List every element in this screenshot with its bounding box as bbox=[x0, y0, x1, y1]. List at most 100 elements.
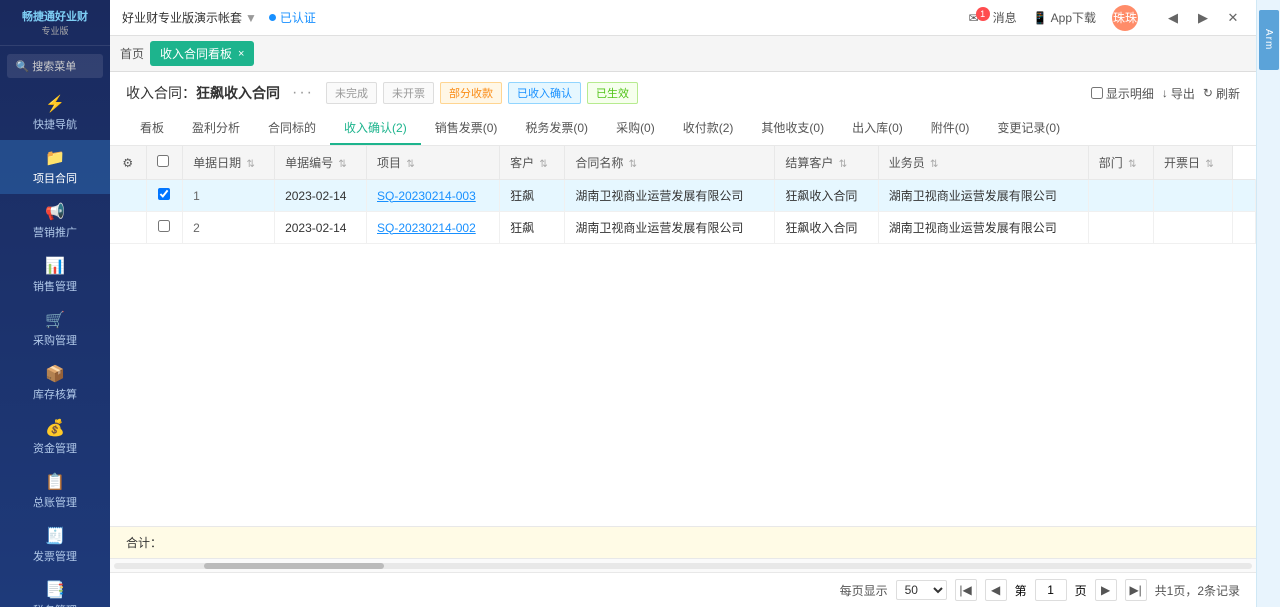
next-page-button[interactable]: ▶ bbox=[1192, 7, 1214, 29]
sidebar-item-label: 营销推广 bbox=[33, 224, 77, 240]
tab-sales-invoice[interactable]: 销售发票(0) bbox=[421, 112, 512, 145]
row-settings bbox=[110, 212, 146, 244]
row-date: 2023-02-14 bbox=[275, 180, 367, 212]
row-project: 狂飙 bbox=[500, 212, 565, 244]
tab-attachment[interactable]: 附件(0) bbox=[917, 112, 984, 145]
doc-number-link[interactable]: SQ-20230214-002 bbox=[377, 221, 476, 235]
table-row[interactable]: 2 2023-02-14 SQ-20230214-002 狂飙 湖南卫视商业运营… bbox=[110, 212, 1256, 244]
scroll-track[interactable] bbox=[114, 563, 1252, 569]
sidebar-item-capital[interactable]: 💰 资金管理 bbox=[0, 410, 110, 464]
col-department[interactable]: 部门 ⇅ bbox=[1088, 146, 1153, 180]
sidebar-logo: 畅捷通好业财 专业版 bbox=[0, 0, 110, 46]
total-row: 合计： bbox=[110, 526, 1256, 558]
table-container[interactable]: ⚙ 单据日期 ⇅ 单据编号 ⇅ 项目 ⇅ 客户 ⇅ 合同名称 ⇅ 结算客户 ⇅ … bbox=[110, 146, 1256, 526]
sidebar-item-general[interactable]: 📋 总账管理 bbox=[0, 464, 110, 518]
sidebar-item-invoice[interactable]: 🧾 发票管理 bbox=[0, 518, 110, 572]
tab-other[interactable]: 其他收支(0) bbox=[747, 112, 838, 145]
tab-profit[interactable]: 盈利分析 bbox=[178, 112, 254, 145]
col-date[interactable]: 单据日期 ⇅ bbox=[183, 146, 275, 180]
company-name: 好业财专业版演示帐套 bbox=[122, 9, 242, 26]
sidebar-item-label: 发票管理 bbox=[33, 548, 77, 564]
row-invoice-date bbox=[1232, 212, 1255, 244]
contract-prefix: 收入合同： bbox=[126, 83, 196, 103]
tab-change-log-label: 变更记录(0) bbox=[997, 121, 1060, 135]
tab-close-icon[interactable]: × bbox=[238, 48, 244, 60]
sort-related-icon: ⇅ bbox=[839, 159, 847, 170]
row-department bbox=[1154, 212, 1233, 244]
table-row[interactable]: 1 2023-02-14 SQ-20230214-003 狂飙 湖南卫视商业运营… bbox=[110, 180, 1256, 212]
home-tab[interactable]: 首页 bbox=[120, 45, 144, 62]
sort-number-icon: ⇅ bbox=[338, 159, 346, 170]
row-select-checkbox[interactable] bbox=[158, 220, 170, 232]
col-customer[interactable]: 客户 ⇅ bbox=[500, 146, 565, 180]
sidebar-item-marketing[interactable]: 📢 营销推广 bbox=[0, 194, 110, 248]
sidebar-item-quicknav[interactable]: ⚡ 快捷导航 bbox=[0, 86, 110, 140]
row-select-checkbox[interactable] bbox=[158, 188, 170, 200]
tab-warehouse[interactable]: 出入库(0) bbox=[838, 112, 917, 145]
prev-page-button[interactable]: ◀ bbox=[985, 579, 1007, 601]
tab-purchase[interactable]: 采购(0) bbox=[602, 112, 669, 145]
first-page-button[interactable]: |◀ bbox=[955, 579, 977, 601]
main-area: 好业财专业版演示帐套 ▼ 已认证 ✉ 1 消息 📱 App下载 珠珠 ◀ ▶ bbox=[110, 0, 1256, 607]
col-related-customer[interactable]: 结算客户 ⇅ bbox=[775, 146, 878, 180]
total-label: 合计： bbox=[126, 534, 162, 551]
row-contract: 狂飙收入合同 bbox=[775, 212, 878, 244]
col-settings[interactable]: ⚙ bbox=[110, 146, 146, 180]
row-checkbox[interactable] bbox=[146, 212, 183, 244]
app-icon: 📱 bbox=[1033, 11, 1048, 25]
show-detail-checkbox[interactable]: 显示明细 bbox=[1091, 85, 1154, 102]
tab-attachment-label: 附件(0) bbox=[931, 121, 970, 135]
per-page-select[interactable]: 50 100 200 bbox=[896, 580, 947, 600]
arm-button[interactable]: Arm bbox=[1259, 10, 1279, 70]
active-tab[interactable]: 收入合同看板 × bbox=[150, 41, 254, 66]
status-tag-recognized: 已收入确认 bbox=[508, 82, 581, 104]
app-download-button[interactable]: 📱 App下载 bbox=[1033, 9, 1096, 26]
sidebar-item-inventory[interactable]: 📦 库存核算 bbox=[0, 356, 110, 410]
sidebar-search[interactable]: 🔍 搜索菜单 bbox=[7, 54, 104, 78]
row-checkbox[interactable] bbox=[146, 180, 183, 212]
horizontal-scrollbar[interactable] bbox=[110, 558, 1256, 572]
row-number[interactable]: SQ-20230214-003 bbox=[367, 180, 500, 212]
col-invoice-date[interactable]: 开票日 ⇅ bbox=[1154, 146, 1233, 180]
message-button[interactable]: ✉ 1 消息 bbox=[969, 9, 1017, 26]
row-number[interactable]: SQ-20230214-002 bbox=[367, 212, 500, 244]
sidebar-item-tax[interactable]: 📑 税务管理 bbox=[0, 572, 110, 607]
home-label: 首页 bbox=[120, 47, 144, 61]
sidebar-item-purchase[interactable]: 🛒 采购管理 bbox=[0, 302, 110, 356]
tab-revenue-label: 收入确认(2) bbox=[344, 121, 407, 135]
col-number[interactable]: 单据编号 ⇅ bbox=[275, 146, 367, 180]
sales-icon: 📊 bbox=[45, 256, 65, 276]
detail-checkbox-input[interactable] bbox=[1091, 87, 1103, 99]
page-label: 第 bbox=[1015, 582, 1027, 599]
export-button[interactable]: ↓ 导出 bbox=[1162, 85, 1195, 102]
status-tag-effective: 已生效 bbox=[587, 82, 638, 104]
tab-kanban[interactable]: 看板 bbox=[126, 112, 178, 145]
sidebar-item-project[interactable]: 📁 项目合同 bbox=[0, 140, 110, 194]
per-page-label: 每页显示 bbox=[840, 582, 888, 599]
col-project[interactable]: 项目 ⇅ bbox=[367, 146, 500, 180]
tab-tax-invoice[interactable]: 税务发票(0) bbox=[511, 112, 602, 145]
more-options-button[interactable]: ··· bbox=[292, 84, 314, 102]
scroll-thumb[interactable] bbox=[204, 563, 384, 569]
page-number-input[interactable] bbox=[1035, 579, 1067, 601]
prev-page-button[interactable]: ◀ bbox=[1162, 7, 1184, 29]
last-page-button[interactable]: ▶| bbox=[1125, 579, 1147, 601]
tab-payment[interactable]: 收付款(2) bbox=[669, 112, 748, 145]
col-salesman[interactable]: 业务员 ⇅ bbox=[878, 146, 1088, 180]
next-page-button[interactable]: ▶ bbox=[1095, 579, 1117, 601]
doc-number-link[interactable]: SQ-20230214-003 bbox=[377, 189, 476, 203]
select-all-checkbox[interactable] bbox=[157, 155, 169, 167]
close-button[interactable]: ✕ bbox=[1222, 7, 1244, 29]
sidebar-item-sales[interactable]: 📊 销售管理 bbox=[0, 248, 110, 302]
tab-revenue[interactable]: 收入确认(2) bbox=[330, 112, 421, 145]
company-selector[interactable]: 好业财专业版演示帐套 ▼ bbox=[122, 9, 257, 26]
sidebar-item-label: 资金管理 bbox=[33, 440, 77, 456]
col-contract[interactable]: 合同名称 ⇅ bbox=[565, 146, 775, 180]
app-label: App下载 bbox=[1051, 9, 1096, 26]
refresh-button[interactable]: ↻ 刷新 bbox=[1203, 85, 1240, 102]
tab-change-log[interactable]: 变更记录(0) bbox=[983, 112, 1074, 145]
refresh-label: 刷新 bbox=[1216, 85, 1240, 102]
tab-subject[interactable]: 合同标的 bbox=[254, 112, 330, 145]
user-avatar[interactable]: 珠珠 bbox=[1112, 5, 1138, 31]
col-checkbox[interactable] bbox=[146, 146, 183, 180]
